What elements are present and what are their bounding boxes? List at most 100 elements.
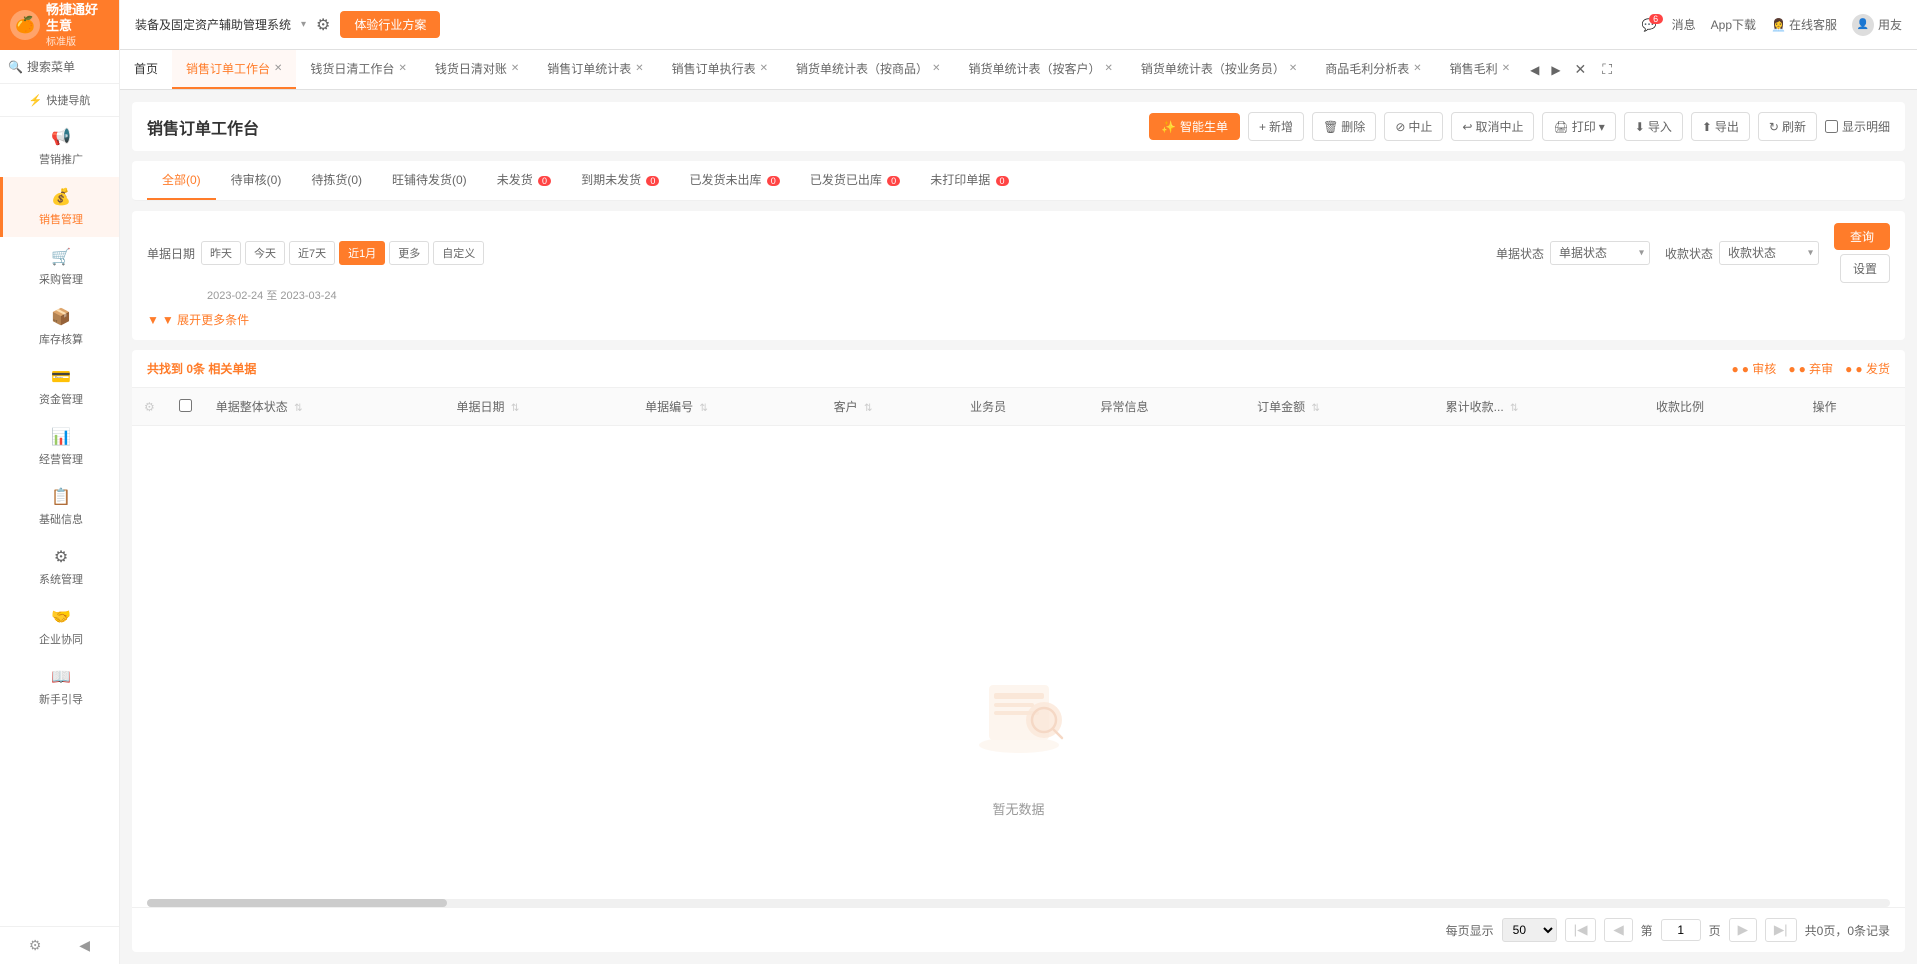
tab-sales-gross[interactable]: 销售毛利 ✕ — [1436, 50, 1524, 89]
sidebar-item-purchase[interactable]: 🛒 采购管理 — [0, 237, 119, 297]
sort-status-icon[interactable]: ⇅ — [294, 403, 302, 414]
sidebar-item-marketing[interactable]: 📢 营销推广 — [0, 117, 119, 177]
tab-close-sales-exec[interactable]: ✕ — [760, 63, 768, 74]
sort-customer-icon[interactable]: ⇅ — [864, 403, 872, 414]
page-size-select[interactable]: 10 20 50 100 — [1502, 918, 1557, 942]
sort-collected-icon[interactable]: ⇅ — [1510, 403, 1518, 414]
import-btn[interactable]: ⬇ 导入 — [1624, 112, 1683, 141]
sidebar-item-basic-info[interactable]: 📋 基础信息 — [0, 477, 119, 537]
sidebar-item-inventory[interactable]: 📦 库存核算 — [0, 297, 119, 357]
tab-close-cash-daily[interactable]: ✕ — [398, 63, 406, 74]
horizontal-scrollbar[interactable] — [147, 899, 1890, 907]
topbar-settings-icon[interactable]: ⚙ — [316, 15, 330, 35]
tab-home[interactable]: 首页 — [120, 50, 172, 89]
page-title: 销售订单工作台 — [147, 115, 259, 139]
sidebar-item-system[interactable]: ⚙ 系统管理 — [0, 537, 119, 597]
user-menu[interactable]: 👤 用友 — [1852, 14, 1902, 36]
tab-sales-exec[interactable]: 销售订单执行表 ✕ — [658, 50, 782, 89]
tab-close-sales-product[interactable]: ✕ — [932, 63, 940, 74]
setting-btn[interactable]: 设置 — [1840, 254, 1890, 283]
tab-close-gross-profit[interactable]: ✕ — [1413, 63, 1421, 74]
page-next-btn[interactable]: ▶ — [1729, 918, 1757, 942]
cancel-stop-btn[interactable]: ↩ 取消中止 — [1451, 112, 1534, 141]
th-checkbox[interactable] — [167, 388, 204, 426]
online-service-btn[interactable]: 👩‍💼 在线客服 — [1771, 16, 1837, 33]
show-detail-label[interactable]: 显示明细 — [1825, 118, 1890, 135]
sort-number-icon[interactable]: ⇅ — [699, 403, 707, 414]
tab-maximize-btn[interactable]: ⛶ — [1594, 61, 1620, 78]
ship-action-btn[interactable]: ● ● 发货 — [1845, 360, 1890, 377]
sidebar-item-guide[interactable]: 📖 新手引导 — [0, 657, 119, 717]
sidebar-item-enterprise[interactable]: 🤝 企业协同 — [0, 597, 119, 657]
sidebar-item-finance[interactable]: 💳 资金管理 — [0, 357, 119, 417]
collapse-icon[interactable]: ◀ — [79, 937, 90, 954]
smart-generate-btn[interactable]: ✨ 智能生单 — [1149, 113, 1240, 140]
tab-nav-prev[interactable]: ◀ — [1524, 63, 1545, 77]
sort-date-icon[interactable]: ⇅ — [511, 403, 519, 414]
query-btn[interactable]: 查询 — [1834, 223, 1890, 250]
tab-nav-next[interactable]: ▶ — [1545, 63, 1566, 77]
tab-cash-daily[interactable]: 钱货日清工作台 ✕ — [296, 50, 420, 89]
tab-cash-reconcile[interactable]: 钱货日清对账 ✕ — [421, 50, 533, 89]
date-btn-7days[interactable]: 近7天 — [289, 241, 335, 265]
filter-tab-not-printed[interactable]: 未打印单据 0 — [915, 161, 1023, 200]
status-select[interactable]: 单据状态 — [1550, 241, 1650, 265]
delete-btn[interactable]: 🗑 删除 — [1312, 112, 1376, 141]
date-btn-custom[interactable]: 自定义 — [433, 241, 484, 265]
scrollbar-thumb[interactable] — [147, 899, 447, 907]
tab-close-sales-stats[interactable]: ✕ — [635, 63, 643, 74]
refresh-btn[interactable]: ↻ 刷新 — [1758, 112, 1817, 141]
message-btn[interactable]: 💬 6 — [1642, 18, 1657, 32]
tab-sales-by-staff[interactable]: 销货单统计表（按业务员） ✕ — [1127, 50, 1311, 89]
count-value: 0条 — [186, 362, 205, 376]
tab-sales-by-customer[interactable]: 销货单统计表（按客户） ✕ — [954, 50, 1126, 89]
payment-select[interactable]: 收款状态 — [1719, 241, 1819, 265]
settings-bottom-icon[interactable]: ⚙ — [29, 937, 42, 954]
filter-tab-shipped-out[interactable]: 已发货已出库 0 — [795, 161, 915, 200]
purchase-icon: 🛒 — [51, 247, 71, 267]
sidebar-item-quick-nav[interactable]: ⚡ 快捷导航 — [0, 84, 119, 117]
sidebar-item-management[interactable]: 📊 经营管理 — [0, 417, 119, 477]
tab-close-sales-gross[interactable]: ✕ — [1502, 63, 1510, 74]
date-btn-1month[interactable]: 近1月 — [339, 241, 385, 265]
tab-sales-stats[interactable]: 销售订单统计表 ✕ — [533, 50, 657, 89]
filter-tab-all[interactable]: 全部(0) — [147, 161, 216, 200]
export-btn[interactable]: ⬆ 导出 — [1691, 112, 1750, 141]
filter-tab-not-shipped[interactable]: 未发货 0 — [482, 161, 566, 200]
filter-tab-shop-pending[interactable]: 旺铺待发货(0) — [377, 161, 482, 200]
cancel-approve-action-btn[interactable]: ● ● 弃审 — [1788, 360, 1833, 377]
date-btn-yesterday[interactable]: 昨天 — [201, 241, 241, 265]
sidebar-item-sales[interactable]: 💰 销售管理 — [0, 177, 119, 237]
date-btn-today[interactable]: 今天 — [245, 241, 285, 265]
app-download-btn[interactable]: App下载 — [1711, 16, 1756, 33]
tab-sales-by-product[interactable]: 销货单统计表（按商品） ✕ — [782, 50, 954, 89]
stop-btn[interactable]: ⊘ 中止 — [1384, 112, 1443, 141]
page-prev-btn[interactable]: ◀ — [1604, 918, 1632, 942]
sidebar-item-search[interactable]: 🔍 搜索菜单 — [0, 50, 119, 84]
add-btn[interactable]: + 新增 — [1248, 112, 1304, 141]
tab-close-sales-staff[interactable]: ✕ — [1289, 63, 1297, 74]
approve-action-btn[interactable]: ● ● 审核 — [1731, 360, 1776, 377]
tab-close-sales-order[interactable]: ✕ — [274, 63, 282, 74]
tab-sales-order-workbench[interactable]: 销售订单工作台 ✕ — [172, 50, 296, 89]
page-first-btn[interactable]: |◀ — [1565, 918, 1597, 942]
page-last-btn[interactable]: ▶| — [1765, 918, 1797, 942]
tab-close-sales-customer[interactable]: ✕ — [1104, 63, 1112, 74]
search-area: 单据日期 昨天 今天 近7天 近1月 更多 自定义 单据状态 — [132, 211, 1905, 340]
show-detail-checkbox[interactable] — [1825, 120, 1838, 133]
filter-tab-pending-pick[interactable]: 待拣货(0) — [296, 161, 377, 200]
select-all-checkbox[interactable] — [179, 399, 192, 412]
expand-conditions-btn[interactable]: ▼ ▼ 展开更多条件 — [147, 311, 1890, 328]
date-btn-more[interactable]: 更多 — [389, 241, 429, 265]
th-settings[interactable]: ⚙ — [132, 388, 167, 426]
sort-amount-icon[interactable]: ⇅ — [1311, 403, 1319, 414]
print-btn[interactable]: 🖨 打印 ▾ — [1542, 112, 1615, 141]
trial-btn[interactable]: 体验行业方案 — [340, 11, 440, 38]
page-number-input[interactable] — [1661, 919, 1701, 941]
tab-gross-profit[interactable]: 商品毛利分析表 ✕ — [1311, 50, 1435, 89]
tab-close-cash-reconcile[interactable]: ✕ — [511, 63, 519, 74]
filter-tab-pending-review[interactable]: 待审核(0) — [216, 161, 297, 200]
filter-tab-overdue[interactable]: 到期未发货 0 — [566, 161, 674, 200]
filter-tab-shipped-not-out[interactable]: 已发货未出库 0 — [674, 161, 794, 200]
tab-close-all-btn[interactable]: ✕ — [1567, 61, 1595, 78]
